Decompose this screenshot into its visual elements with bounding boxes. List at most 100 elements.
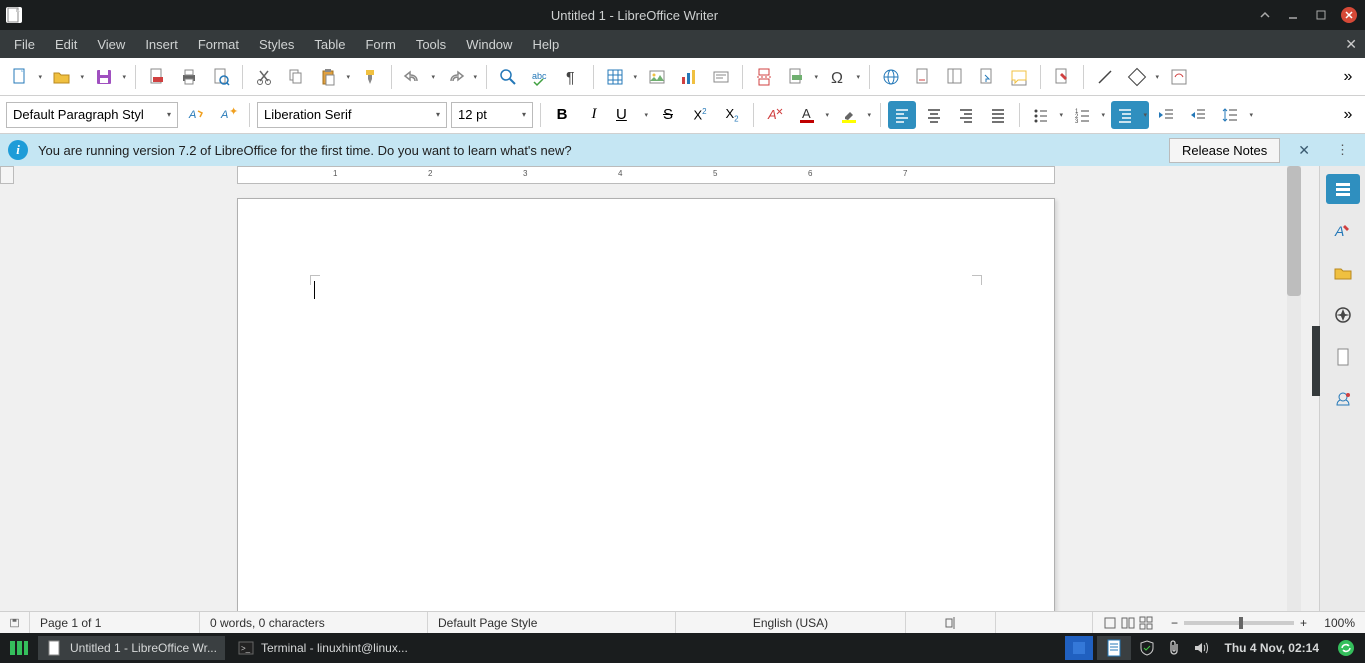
- cross-ref-button[interactable]: [973, 63, 1001, 91]
- font-size-combo[interactable]: 12 pt: [451, 102, 533, 128]
- menu-styles[interactable]: Styles: [249, 33, 304, 56]
- taskbar-item-writer[interactable]: Untitled 1 - LibreOffice Wr...: [38, 636, 225, 660]
- document-close-icon[interactable]: ✕: [1345, 36, 1357, 53]
- insert-comment-button[interactable]: [1005, 63, 1033, 91]
- menu-file[interactable]: File: [4, 33, 45, 56]
- spellcheck-button[interactable]: abc: [526, 63, 554, 91]
- sidebar-manage-changes-button[interactable]: [1326, 384, 1360, 414]
- bookmark-button[interactable]: [941, 63, 969, 91]
- bold-button[interactable]: B: [548, 101, 576, 129]
- line-spacing-button[interactable]: [1217, 101, 1255, 129]
- release-notes-button[interactable]: Release Notes: [1169, 138, 1280, 163]
- highlight-color-button[interactable]: [835, 101, 873, 129]
- taskbar-writer-indicator[interactable]: [1097, 636, 1131, 660]
- paste-button[interactable]: [314, 63, 352, 91]
- menu-insert[interactable]: Insert: [135, 33, 188, 56]
- start-menu-button[interactable]: [4, 636, 34, 660]
- insert-table-button[interactable]: [601, 63, 639, 91]
- sidebar-styles-button[interactable]: A: [1326, 216, 1360, 246]
- toolbar-overflow-button[interactable]: »: [1339, 101, 1357, 129]
- new-style-button[interactable]: A✦: [214, 101, 242, 129]
- zoom-percent[interactable]: 100%: [1315, 612, 1365, 633]
- close-button[interactable]: [1339, 5, 1359, 25]
- menu-edit[interactable]: Edit: [45, 33, 87, 56]
- save-status-icon[interactable]: [0, 612, 30, 633]
- vertical-scrollbar[interactable]: [1287, 166, 1301, 611]
- basic-shapes-button[interactable]: [1123, 63, 1161, 91]
- hyperlink-button[interactable]: [877, 63, 905, 91]
- tray-shield-icon[interactable]: [1135, 636, 1159, 660]
- word-count[interactable]: 0 words, 0 characters: [200, 612, 428, 633]
- find-replace-button[interactable]: [494, 63, 522, 91]
- update-style-button[interactable]: A: [182, 101, 210, 129]
- infobar-close-button[interactable]: ✕: [1290, 138, 1318, 163]
- menu-form[interactable]: Form: [355, 33, 405, 56]
- sidebar-navigator-button[interactable]: [1326, 300, 1360, 330]
- redo-button[interactable]: [441, 63, 479, 91]
- font-color-button[interactable]: A: [793, 101, 831, 129]
- tray-volume-icon[interactable]: [1189, 636, 1213, 660]
- page-break-button[interactable]: [750, 63, 778, 91]
- font-name-combo[interactable]: Liberation Serif: [257, 102, 447, 128]
- clear-formatting-button[interactable]: A: [761, 101, 789, 129]
- taskbar-item-terminal[interactable]: >_ Terminal - linuxhint@linux...: [229, 636, 416, 660]
- justify-button[interactable]: [984, 101, 1012, 129]
- zoom-in-button[interactable]: +: [1300, 616, 1307, 630]
- insert-field-button[interactable]: [782, 63, 820, 91]
- open-button[interactable]: [48, 63, 86, 91]
- minimize-button[interactable]: [1283, 5, 1303, 25]
- strikethrough-button[interactable]: S: [654, 101, 682, 129]
- number-list-button[interactable]: 123: [1069, 101, 1107, 129]
- insert-textbox-button[interactable]: [707, 63, 735, 91]
- underline-button[interactable]: U: [612, 101, 650, 129]
- footnote-button[interactable]: [909, 63, 937, 91]
- sidebar-gallery-button[interactable]: [1326, 258, 1360, 288]
- zoom-out-button[interactable]: −: [1171, 616, 1178, 630]
- print-button[interactable]: [175, 63, 203, 91]
- copy-button[interactable]: [282, 63, 310, 91]
- scroll-thumb[interactable]: [1287, 166, 1301, 296]
- paragraph-style-combo[interactable]: Default Paragraph Styl: [6, 102, 178, 128]
- sidebar-properties-button[interactable]: [1326, 174, 1360, 204]
- show-desktop-button[interactable]: [1065, 636, 1093, 660]
- tray-sync-icon[interactable]: [1331, 636, 1361, 660]
- insert-mode[interactable]: [906, 612, 996, 633]
- tray-clip-icon[interactable]: [1163, 636, 1185, 660]
- track-changes-button[interactable]: [1048, 63, 1076, 91]
- menu-format[interactable]: Format: [188, 33, 249, 56]
- print-preview-button[interactable]: [207, 63, 235, 91]
- bullet-list-button[interactable]: [1027, 101, 1065, 129]
- maximize-button[interactable]: [1311, 5, 1331, 25]
- insert-chart-button[interactable]: [675, 63, 703, 91]
- tray-datetime[interactable]: Thu 4 Nov, 02:14: [1217, 636, 1327, 660]
- increase-indent-button[interactable]: [1153, 101, 1181, 129]
- outline-button[interactable]: [1111, 101, 1149, 129]
- decrease-indent-button[interactable]: [1185, 101, 1213, 129]
- clone-formatting-button[interactable]: [356, 63, 384, 91]
- save-button[interactable]: [90, 63, 128, 91]
- special-char-button[interactable]: Ω: [824, 63, 862, 91]
- roll-up-button[interactable]: [1255, 5, 1275, 25]
- menu-help[interactable]: Help: [522, 33, 569, 56]
- sidebar-page-button[interactable]: [1326, 342, 1360, 372]
- superscript-button[interactable]: X2: [686, 101, 714, 129]
- align-left-button[interactable]: [888, 101, 916, 129]
- zoom-slider[interactable]: [1184, 621, 1294, 625]
- insert-image-button[interactable]: [643, 63, 671, 91]
- sidebar-handle[interactable]: [1312, 326, 1320, 396]
- menu-view[interactable]: View: [87, 33, 135, 56]
- draw-functions-button[interactable]: [1165, 63, 1193, 91]
- document-page[interactable]: [237, 198, 1055, 611]
- horizontal-ruler[interactable]: 1 2 3 4 5 6 7: [237, 166, 1055, 184]
- menu-table[interactable]: Table: [304, 33, 355, 56]
- insert-line-button[interactable]: [1091, 63, 1119, 91]
- export-pdf-button[interactable]: [143, 63, 171, 91]
- menu-window[interactable]: Window: [456, 33, 522, 56]
- toolbar-overflow-button[interactable]: »: [1339, 63, 1357, 91]
- align-center-button[interactable]: [920, 101, 948, 129]
- menu-tools[interactable]: Tools: [406, 33, 456, 56]
- ruler-corner[interactable]: [0, 166, 14, 184]
- formatting-marks-button[interactable]: ¶: [558, 63, 586, 91]
- page-indicator[interactable]: Page 1 of 1: [30, 612, 200, 633]
- undo-button[interactable]: [399, 63, 437, 91]
